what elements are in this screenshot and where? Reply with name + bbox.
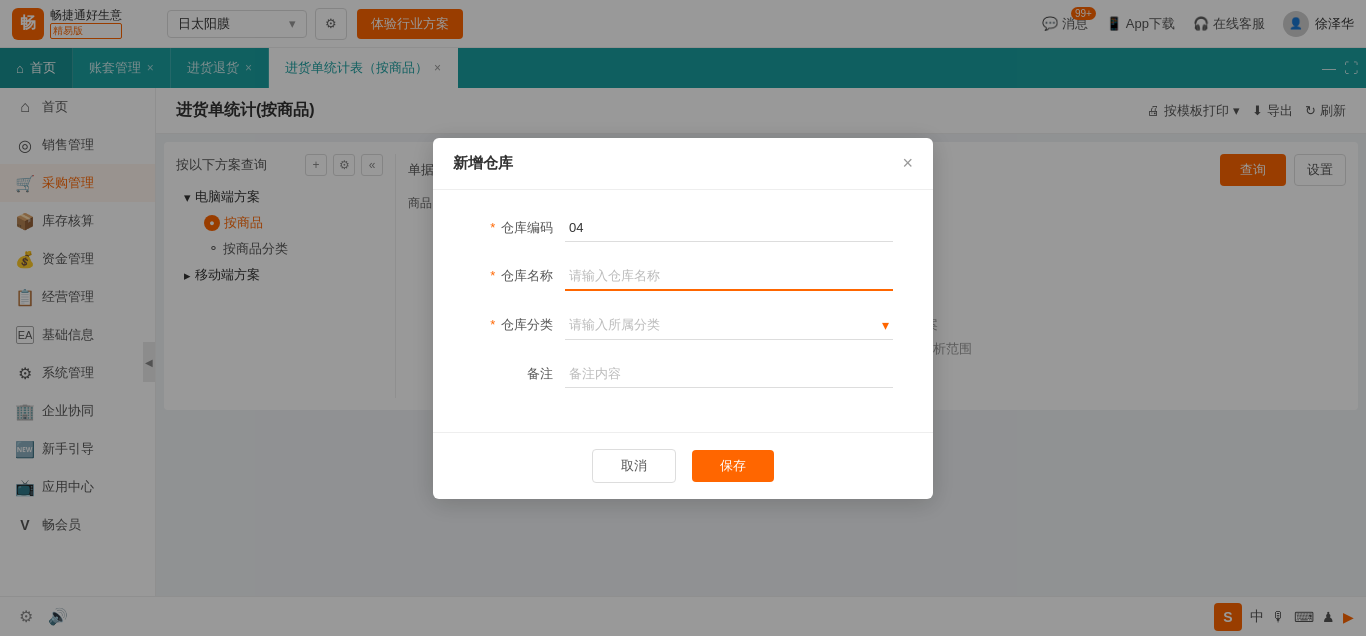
form-row-note: 备注: [473, 360, 893, 388]
category-select[interactable]: 请输入所属分类: [569, 317, 882, 332]
form-row-code: * 仓库编码: [473, 214, 893, 242]
form-row-name: * 仓库名称: [473, 262, 893, 291]
name-label: * 仓库名称: [473, 267, 553, 285]
cancel-button[interactable]: 取消: [592, 449, 676, 483]
note-input[interactable]: [565, 360, 893, 388]
save-button[interactable]: 保存: [692, 450, 774, 482]
modal-close-button[interactable]: ×: [902, 154, 913, 172]
modal-footer: 取消 保存: [433, 432, 933, 499]
modal-overlay[interactable]: 新增仓库 × * 仓库编码 * 仓库名称: [0, 0, 1366, 636]
code-input[interactable]: [565, 214, 893, 242]
modal-title: 新增仓库: [453, 154, 513, 173]
name-input[interactable]: [565, 262, 893, 291]
add-warehouse-modal: 新增仓库 × * 仓库编码 * 仓库名称: [433, 138, 933, 499]
required-star-category: *: [490, 317, 495, 332]
required-star-code: *: [490, 220, 495, 235]
required-star-name: *: [490, 268, 495, 283]
code-label: * 仓库编码: [473, 219, 553, 237]
category-dropdown-arrow: ▾: [882, 317, 889, 333]
category-select-wrap: 请输入所属分类 ▾: [565, 311, 893, 340]
note-label: 备注: [473, 365, 553, 383]
modal-body: * 仓库编码 * 仓库名称 * 仓库分类: [433, 190, 933, 432]
modal-header: 新增仓库 ×: [433, 138, 933, 190]
form-row-category: * 仓库分类 请输入所属分类 ▾: [473, 311, 893, 340]
category-label: * 仓库分类: [473, 316, 553, 334]
